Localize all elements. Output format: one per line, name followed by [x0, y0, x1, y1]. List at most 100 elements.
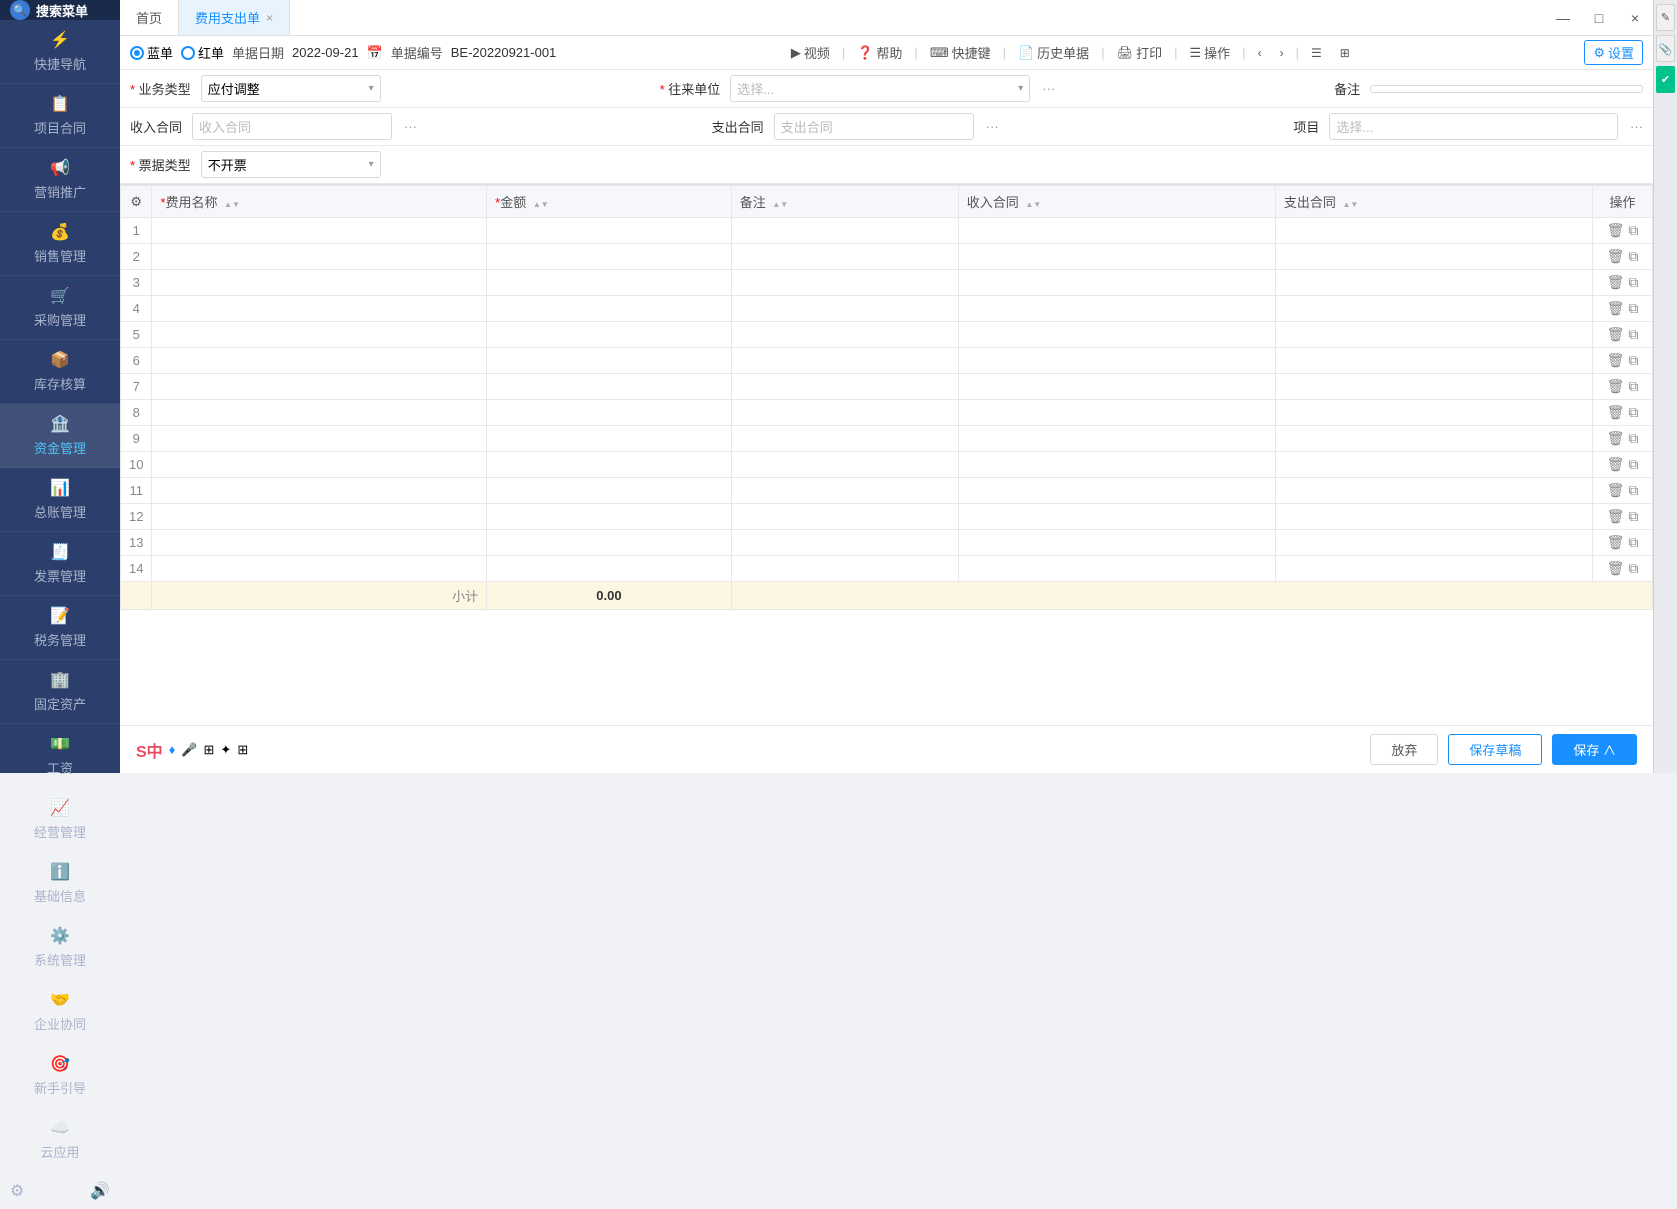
- right-edge-edit[interactable]: ✎: [1656, 4, 1675, 31]
- minimize-button[interactable]: —: [1545, 0, 1581, 36]
- row-expense-contract[interactable]: [1275, 374, 1592, 400]
- sidebar-item-cloud-apps[interactable]: ☁️云应用: [0, 1108, 120, 1172]
- expense-contract-ellipsis[interactable]: ···: [986, 119, 999, 134]
- sidebar-item-marketing[interactable]: 📢营销推广: [0, 148, 120, 212]
- tab-expense[interactable]: 费用支出单×: [179, 0, 290, 35]
- row-amount[interactable]: [487, 322, 732, 348]
- row-expense-name[interactable]: [152, 400, 487, 426]
- footer-icon-star[interactable]: ✦: [220, 742, 231, 758]
- row-delete-icon[interactable]: 🗑: [1607, 482, 1625, 499]
- row-remark[interactable]: [731, 296, 958, 322]
- list-view-btn[interactable]: ☰: [1305, 44, 1328, 62]
- sidebar-item-sys-mgmt[interactable]: ⚙️系统管理: [0, 916, 120, 980]
- grid-view-btn[interactable]: ⊞: [1334, 44, 1356, 62]
- row-remark[interactable]: [731, 374, 958, 400]
- row-expense-name[interactable]: [152, 244, 487, 270]
- row-amount[interactable]: [487, 478, 732, 504]
- sort-expense-contract[interactable]: ▲▼: [1342, 200, 1358, 209]
- remark-input[interactable]: [1370, 85, 1643, 93]
- row-copy-icon[interactable]: ⧉: [1628, 482, 1638, 499]
- sort-expense-name[interactable]: ▲▼: [224, 200, 240, 209]
- row-copy-icon[interactable]: ⧉: [1628, 248, 1638, 265]
- row-income-contract[interactable]: [958, 218, 1275, 244]
- row-expense-contract[interactable]: [1275, 426, 1592, 452]
- row-expense-name[interactable]: [152, 426, 487, 452]
- row-income-contract[interactable]: [958, 504, 1275, 530]
- prev-btn[interactable]: ‹: [1252, 44, 1268, 62]
- row-delete-icon[interactable]: 🗑: [1607, 352, 1625, 369]
- row-delete-icon[interactable]: 🗑: [1607, 430, 1625, 447]
- sidebar-search-label[interactable]: 搜索菜单: [36, 1, 88, 20]
- row-expense-contract[interactable]: [1275, 296, 1592, 322]
- row-delete-icon[interactable]: 🗑: [1607, 560, 1625, 577]
- sort-remark[interactable]: ▲▼: [772, 200, 788, 209]
- sidebar-item-fixed-assets[interactable]: 🏢固定资产: [0, 660, 120, 724]
- row-amount[interactable]: [487, 296, 732, 322]
- row-remark[interactable]: [731, 244, 958, 270]
- footer-icon-grid2[interactable]: ⊞: [237, 742, 248, 758]
- row-delete-icon[interactable]: 🗑: [1607, 378, 1625, 395]
- project-input[interactable]: 选择...: [1329, 113, 1618, 140]
- right-edge-confirm[interactable]: ✔: [1656, 66, 1675, 93]
- row-income-contract[interactable]: [958, 478, 1275, 504]
- row-remark[interactable]: [731, 270, 958, 296]
- row-delete-icon[interactable]: 🗑: [1607, 534, 1625, 551]
- row-expense-name[interactable]: [152, 478, 487, 504]
- row-delete-icon[interactable]: 🗑: [1607, 326, 1625, 343]
- row-amount[interactable]: [487, 244, 732, 270]
- footer-icon-s[interactable]: S中: [136, 738, 163, 762]
- sidebar-item-quick-nav[interactable]: ⚡快捷导航: [0, 20, 120, 84]
- row-expense-name[interactable]: [152, 504, 487, 530]
- right-edge-attach[interactable]: 📎: [1656, 35, 1675, 62]
- sidebar-item-project-contract[interactable]: 📋项目合同: [0, 84, 120, 148]
- row-delete-icon[interactable]: 🗑: [1607, 300, 1625, 317]
- sidebar-item-invoice-mgmt[interactable]: 🧾发票管理: [0, 532, 120, 596]
- row-income-contract[interactable]: [958, 400, 1275, 426]
- maximize-button[interactable]: □: [1581, 0, 1617, 36]
- sidebar-item-basic-info[interactable]: ℹ️基础信息: [0, 852, 120, 916]
- row-income-contract[interactable]: [958, 374, 1275, 400]
- row-copy-icon[interactable]: ⧉: [1628, 352, 1638, 369]
- invoice-type-select[interactable]: 不开票 ▾: [201, 151, 381, 178]
- row-copy-icon[interactable]: ⧉: [1628, 456, 1638, 473]
- row-delete-icon[interactable]: 🗑: [1607, 274, 1625, 291]
- row-income-contract[interactable]: [958, 348, 1275, 374]
- save-button[interactable]: 保存 ∧: [1552, 734, 1637, 765]
- ops-btn[interactable]: ☰ 操作: [1184, 41, 1237, 64]
- row-income-contract[interactable]: [958, 270, 1275, 296]
- row-copy-icon[interactable]: ⧉: [1628, 508, 1638, 525]
- row-income-contract[interactable]: [958, 322, 1275, 348]
- counterparty-ellipsis[interactable]: ···: [1042, 81, 1055, 96]
- row-expense-name[interactable]: [152, 348, 487, 374]
- row-amount[interactable]: [487, 556, 732, 582]
- row-expense-contract[interactable]: [1275, 504, 1592, 530]
- help-btn[interactable]: ❓ 帮助: [851, 41, 908, 64]
- row-income-contract[interactable]: [958, 244, 1275, 270]
- sidebar-item-capital-mgmt[interactable]: 🏦资金管理: [0, 404, 120, 468]
- row-copy-icon[interactable]: ⧉: [1628, 534, 1638, 551]
- row-expense-name[interactable]: [152, 374, 487, 400]
- expense-contract-input[interactable]: 支出合同: [774, 113, 974, 140]
- sidebar-item-accounting[interactable]: 📊总账管理: [0, 468, 120, 532]
- row-expense-contract[interactable]: [1275, 322, 1592, 348]
- row-expense-contract[interactable]: [1275, 530, 1592, 556]
- row-expense-contract[interactable]: [1275, 270, 1592, 296]
- row-remark[interactable]: [731, 452, 958, 478]
- sidebar-item-sales-mgmt[interactable]: 💰销售管理: [0, 212, 120, 276]
- row-amount[interactable]: [487, 452, 732, 478]
- row-delete-icon[interactable]: 🗑: [1607, 508, 1625, 525]
- close-button[interactable]: ×: [1617, 0, 1653, 36]
- row-remark[interactable]: [731, 504, 958, 530]
- settings-btn[interactable]: ⚙ 设置: [1584, 40, 1643, 65]
- discard-button[interactable]: 放弃: [1370, 734, 1438, 765]
- row-copy-icon[interactable]: ⧉: [1628, 560, 1638, 577]
- row-remark[interactable]: [731, 322, 958, 348]
- row-remark[interactable]: [731, 218, 958, 244]
- row-copy-icon[interactable]: ⧉: [1628, 378, 1638, 395]
- income-contract-input[interactable]: 收入合同: [192, 113, 392, 140]
- row-expense-contract[interactable]: [1275, 348, 1592, 374]
- row-copy-icon[interactable]: ⧉: [1628, 430, 1638, 447]
- history-btn[interactable]: 📄 历史单据: [1012, 41, 1095, 64]
- sidebar-item-tax-mgmt[interactable]: 📝税务管理: [0, 596, 120, 660]
- tab-home[interactable]: 首页: [120, 0, 179, 35]
